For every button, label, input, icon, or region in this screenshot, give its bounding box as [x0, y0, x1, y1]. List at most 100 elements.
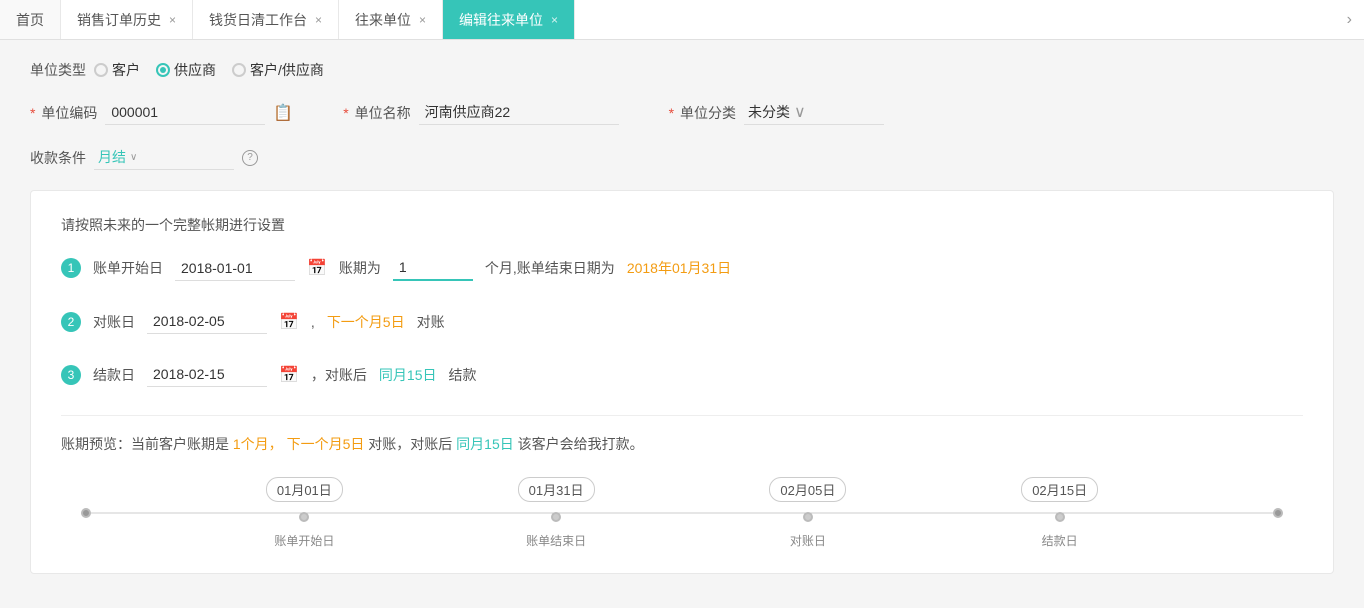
unit-code-icon[interactable]: 📋 [273, 103, 293, 123]
preview-suffix: 该客户会给我打款。 [518, 436, 644, 452]
unit-name-label: * 单位名称 [343, 103, 410, 123]
unit-code-label: * 单位编码 [30, 103, 97, 123]
radio-customer[interactable]: 客户 [94, 60, 140, 80]
timeline-node-2: 01月31日 账单结束日 [518, 477, 595, 549]
step-2-cal-icon[interactable]: 📅 [279, 312, 299, 332]
step-1-end-date: 2018年01月31日 [627, 258, 731, 278]
tab-partner-close[interactable]: × [419, 13, 426, 27]
step-1-row: 1 账单开始日 📅 账期为 个月,账单结束日期为 2018年01月31日 [61, 255, 1303, 281]
req-star-name: * [343, 105, 348, 121]
unit-code-group: * 单位编码 📋 [30, 100, 293, 125]
preview-part3: 同月15日 [456, 436, 514, 452]
tab-home-label: 首页 [16, 10, 44, 30]
unit-info-row: * 单位编码 📋 * 单位名称 * 单位分类 未分类 ∨ [30, 100, 1334, 125]
timeline-right-end [1273, 508, 1283, 518]
tab-edit-partner-close[interactable]: × [551, 13, 558, 27]
tab-cash-work-close[interactable]: × [315, 13, 322, 27]
step-1-suffix: 个月,账单结束日期为 [485, 258, 615, 278]
unit-code-input[interactable] [105, 100, 265, 125]
tab-edit-partner-label: 编辑往来单位 [459, 10, 543, 30]
tab-sales-history-label: 销售订单历史 [77, 10, 161, 30]
payment-chevron-icon: ∨ [130, 152, 137, 163]
unit-category-label: * 单位分类 [669, 103, 736, 123]
timeline-label-3: 对账日 [790, 532, 826, 549]
radio-both[interactable]: 客户/供应商 [232, 60, 324, 80]
step-2-num: 2 [61, 312, 81, 332]
step-2-prefix: , [311, 314, 315, 330]
tab-sales-history[interactable]: 销售订单历史 × [61, 0, 193, 39]
preview-part2: 下一个月5日 [287, 436, 365, 452]
unit-category-group: * 单位分类 未分类 ∨ [669, 100, 884, 125]
timeline-node-1: 01月01日 账单开始日 [266, 477, 343, 549]
payment-value: 月结 [98, 147, 126, 167]
tab-cash-work[interactable]: 钱货日清工作台 × [193, 0, 339, 39]
step-3-label: 结款日 [93, 365, 135, 385]
preview-text: 账期预览：当前客户账期是 1个月， 下一个月5日 对账，对账后 同月15日 该客… [61, 432, 1303, 457]
step-1-label: 账单开始日 [93, 258, 163, 278]
radio-both-circle [232, 63, 246, 77]
preview-prefix: 账期预览：当前客户账期是 [61, 436, 229, 452]
step-1-prefix: 账期为 [339, 258, 381, 278]
tab-partner[interactable]: 往来单位 × [339, 0, 443, 39]
timeline-date-4: 02月15日 [1021, 477, 1098, 502]
timeline-dot-1 [299, 512, 309, 522]
unit-category-value: 未分类 [748, 102, 790, 122]
period-input[interactable] [393, 255, 473, 281]
req-star-cat: * [669, 105, 674, 121]
step-1-date-input[interactable] [175, 256, 295, 281]
step-3-date-input[interactable] [147, 362, 267, 387]
radio-supplier[interactable]: 供应商 [156, 60, 216, 80]
radio-supplier-label: 供应商 [174, 60, 216, 80]
timeline-label-4: 结款日 [1042, 532, 1078, 549]
tab-home[interactable]: 首页 [0, 0, 61, 39]
radio-customer-label: 客户 [112, 60, 140, 80]
payment-group: 收款条件 月结 ∨ ? [30, 145, 258, 170]
step-2-row: 2 对账日 📅 , 下一个月5日 对账 [61, 309, 1303, 334]
req-star-code: * [30, 105, 35, 121]
step-3-suffix: 结款 [449, 365, 477, 385]
payment-label: 收款条件 [30, 148, 86, 168]
help-icon[interactable]: ? [242, 150, 258, 166]
timeline-date-3: 02月05日 [769, 477, 846, 502]
step-2-label: 对账日 [93, 312, 135, 332]
card-title: 请按照未来的一个完整帐期进行设置 [61, 215, 1303, 235]
unit-name-group: * 单位名称 [343, 100, 618, 125]
timeline-label-1: 账单开始日 [274, 532, 334, 549]
tab-expand-button[interactable]: › [1335, 0, 1364, 39]
timeline-dot-2 [551, 512, 561, 522]
tab-sales-history-close[interactable]: × [169, 13, 176, 27]
unit-category-dropdown-icon: ∨ [794, 102, 806, 122]
card-divider [61, 415, 1303, 416]
main-content: 单位类型 客户 供应商 客户/供应商 * 单位编码 [0, 40, 1364, 594]
timeline-node-4: 02月15日 结款日 [1021, 477, 1098, 549]
radio-group: 客户 供应商 客户/供应商 [94, 60, 324, 80]
step-2-suffix: 对账 [417, 312, 445, 332]
settings-card: 请按照未来的一个完整帐期进行设置 1 账单开始日 📅 账期为 个月,账单结束日期… [30, 190, 1334, 574]
step-2-highlight: 下一个月5日 [327, 312, 405, 332]
unit-type-row: 单位类型 客户 供应商 客户/供应商 [30, 60, 1334, 80]
timeline: 01月01日 账单开始日 01月31日 账单结束日 02月05日 对账日 02月… [61, 477, 1303, 549]
unit-type-group: 单位类型 客户 供应商 客户/供应商 [30, 60, 324, 80]
tab-edit-partner[interactable]: 编辑往来单位 × [443, 0, 575, 39]
payment-row: 收款条件 月结 ∨ ? [30, 145, 1334, 170]
unit-category-select[interactable]: 未分类 ∨ [744, 100, 884, 125]
timeline-label-2: 账单结束日 [526, 532, 586, 549]
step-3-prefix: ，对账后 [311, 365, 367, 385]
tab-cash-work-label: 钱货日清工作台 [209, 10, 307, 30]
timeline-line [81, 513, 1283, 514]
timeline-date-2: 01月31日 [518, 477, 595, 502]
step-2-date-input[interactable] [147, 309, 267, 334]
step-3-highlight: 同月15日 [379, 365, 437, 385]
timeline-dot-4 [1055, 512, 1065, 522]
tab-partner-label: 往来单位 [355, 10, 411, 30]
radio-supplier-circle [156, 63, 170, 77]
preview-mid: 对账，对账后 [368, 436, 452, 452]
timeline-left-end [81, 508, 91, 518]
preview-part1: 1个月， [233, 436, 283, 452]
payment-select[interactable]: 月结 ∨ [94, 145, 234, 170]
radio-both-label: 客户/供应商 [250, 60, 324, 80]
unit-name-input[interactable] [419, 100, 619, 125]
step-1-cal-icon[interactable]: 📅 [307, 258, 327, 278]
step-3-cal-icon[interactable]: 📅 [279, 365, 299, 385]
timeline-dot-3 [803, 512, 813, 522]
